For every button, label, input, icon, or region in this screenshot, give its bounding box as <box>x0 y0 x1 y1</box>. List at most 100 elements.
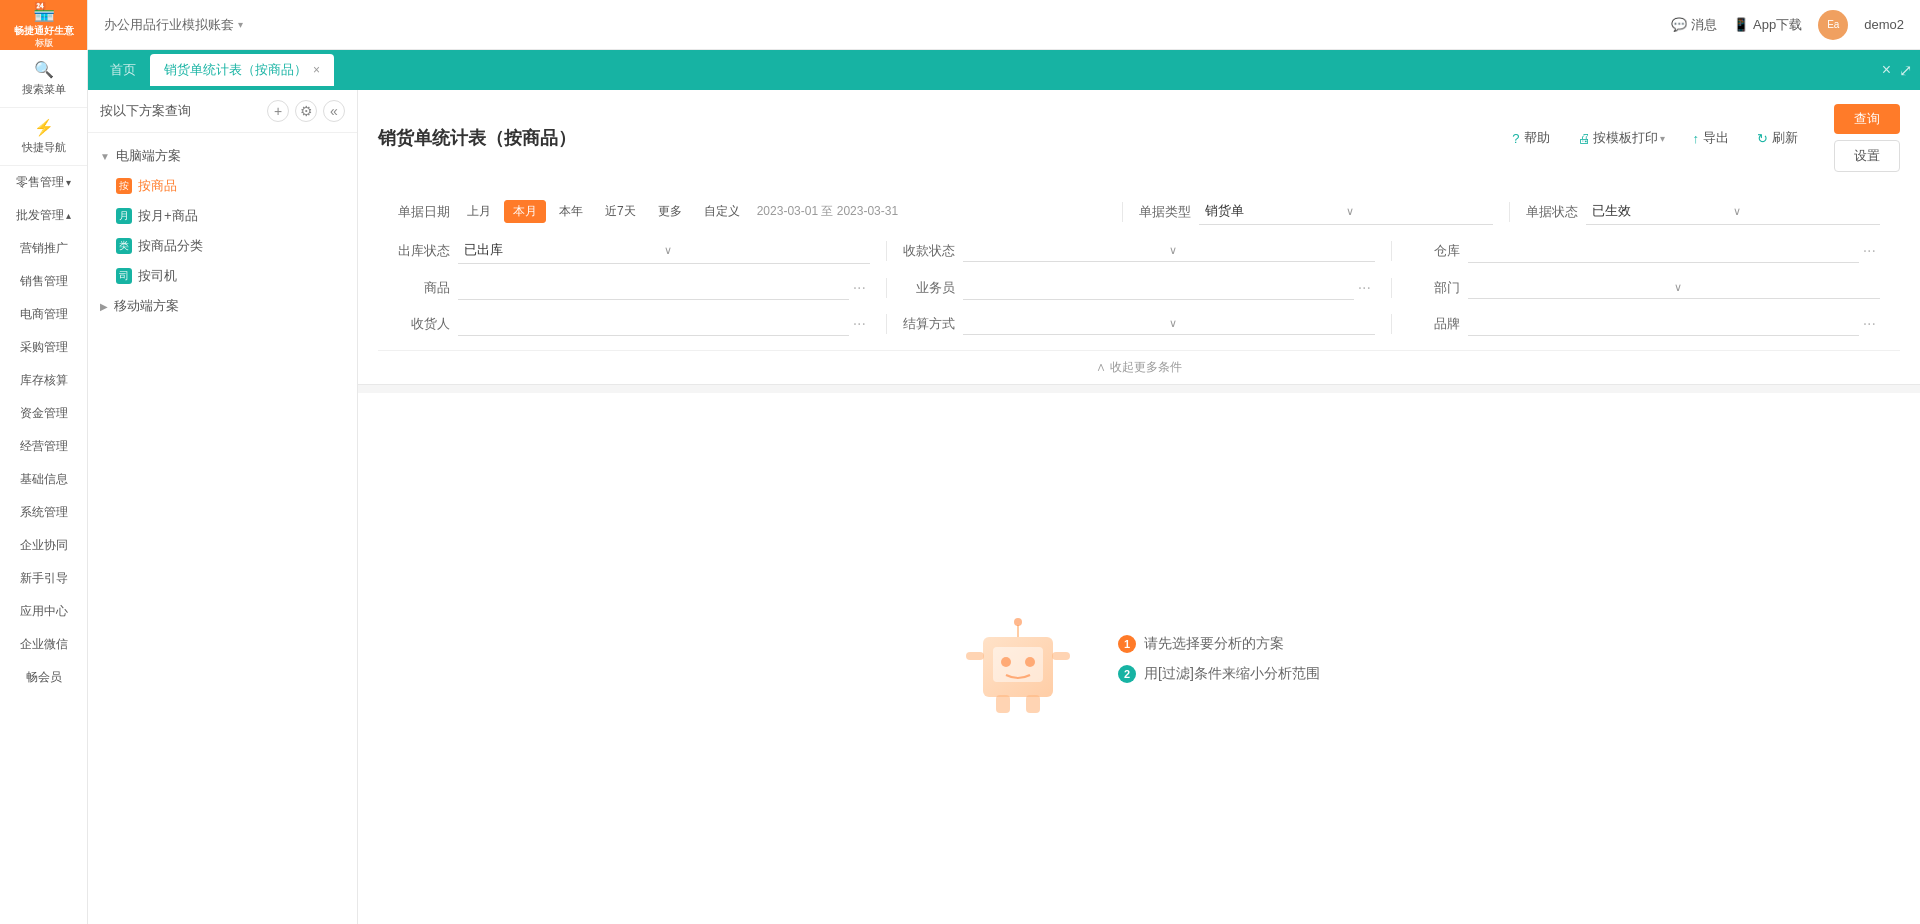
tree-item-by-month-goods[interactable]: 月 按月+商品 <box>88 201 357 231</box>
sidebar-label-system: 系统管理 <box>20 504 68 521</box>
filter-divider-8 <box>1391 314 1392 334</box>
goods-input[interactable] <box>458 276 849 300</box>
filter-brand: 品牌 ··· <box>1408 312 1880 336</box>
sidebar-item-enterprise[interactable]: 企业协同 <box>0 529 87 562</box>
department-label: 部门 <box>1408 279 1468 297</box>
receiver-label: 收货人 <box>398 315 458 333</box>
tab-close-icon[interactable]: × <box>313 63 320 77</box>
sidebar-item-wholesale[interactable]: 批发管理 ▴ <box>0 199 87 232</box>
by-month-goods-icon: 月 <box>116 208 132 224</box>
goods-dots[interactable]: ··· <box>849 279 870 297</box>
sidebar-item-inventory[interactable]: 库存核算 <box>0 364 87 397</box>
top-bar-left: 办公用品行业模拟账套 ▾ <box>104 16 243 34</box>
date-7days[interactable]: 近7天 <box>596 200 645 223</box>
tree-desktop[interactable]: ▼ 电脑端方案 <box>88 141 357 171</box>
content: 按以下方案查询 + ⚙ « ▼ 电脑端方案 <box>88 90 1920 924</box>
by-driver-icon: 司 <box>116 268 132 284</box>
salesperson-input[interactable] <box>963 276 1354 300</box>
date-last-month[interactable]: 上月 <box>458 200 500 223</box>
filter-row-1: 单据日期 上月 本月 本年 近7天 更多 自定义 2023-03-01 至 20… <box>398 198 1880 225</box>
sidebar-item-basic[interactable]: 基础信息 <box>0 463 87 496</box>
collapse-bar[interactable]: ∧ 收起更多条件 <box>378 350 1900 384</box>
export-btn[interactable]: ↑ 导出 <box>1685 125 1738 151</box>
sidebar-item-quick-nav[interactable]: ⚡ 快捷导航 <box>0 108 87 166</box>
logo[interactable]: 🏪 畅捷通好生意 标版 <box>0 0 87 50</box>
date-custom[interactable]: 自定义 <box>695 200 749 223</box>
sidebar-item-finance[interactable]: 资金管理 <box>0 397 87 430</box>
receiver-input[interactable] <box>458 312 849 336</box>
doc-type-arrow-icon: ∨ <box>1346 205 1487 218</box>
sidebar-item-system[interactable]: 系统管理 <box>0 496 87 529</box>
sidebar-label-marketing: 营销推广 <box>20 240 68 257</box>
message-btn[interactable]: 💬 消息 <box>1671 16 1717 34</box>
tree-item-by-category[interactable]: 类 按商品分类 <box>88 231 357 261</box>
sidebar-item-purchase[interactable]: 采购管理 <box>0 331 87 364</box>
payment-select[interactable]: ∨ <box>963 313 1375 335</box>
tab-maximize-icon[interactable]: ⤢ <box>1899 61 1912 80</box>
tree-item-by-driver[interactable]: 司 按司机 <box>88 261 357 291</box>
department-arrow-icon: ∨ <box>1674 281 1874 294</box>
out-status-select[interactable]: 已出库 ∨ <box>458 237 870 264</box>
date-more[interactable]: 更多 <box>649 200 691 223</box>
sidebar-item-appcenter[interactable]: 应用中心 <box>0 595 87 628</box>
sidebar-item-operations[interactable]: 经营管理 <box>0 430 87 463</box>
refresh-btn[interactable]: ↻ 刷新 <box>1749 125 1806 151</box>
tree-mobile-arrow: ▶ <box>100 301 108 312</box>
tab-home[interactable]: 首页 <box>96 54 150 86</box>
tree-item-by-goods[interactable]: 按 按商品 <box>88 171 357 201</box>
department-select[interactable]: ∨ <box>1468 277 1880 299</box>
filter-area: 单据日期 上月 本月 本年 近7天 更多 自定义 2023-03-01 至 20… <box>378 184 1900 350</box>
app-download-label: App下载 <box>1753 16 1802 34</box>
sidebar-label-wechat: 企业微信 <box>20 636 68 653</box>
brand-dots[interactable]: ··· <box>1859 315 1880 333</box>
app-download-btn[interactable]: 📱 App下载 <box>1733 16 1802 34</box>
sidebar-item-sales[interactable]: 销售管理 <box>0 265 87 298</box>
filter-row-2: 出库状态 已出库 ∨ 收款状态 ∨ <box>398 237 1880 264</box>
print-btn[interactable]: 🖨 按模板打印 ▾ <box>1570 125 1673 151</box>
tree-item-by-category-label: 按商品分类 <box>138 237 203 255</box>
warehouse-label: 仓库 <box>1408 242 1468 260</box>
print-icon: 🖨 <box>1578 131 1591 146</box>
date-this-year[interactable]: 本年 <box>550 200 592 223</box>
header-actions: + ⚙ « <box>267 100 345 122</box>
sidebar-item-retail[interactable]: 零售管理 ▾ <box>0 166 87 199</box>
brand-input[interactable] <box>1468 312 1859 336</box>
doc-status-select[interactable]: 已生效 ∨ <box>1586 198 1880 225</box>
warehouse-dots[interactable]: ··· <box>1859 242 1880 260</box>
empty-tip-1: 1 请先选择要分析的方案 <box>1118 635 1320 653</box>
set-button[interactable]: 设置 <box>1834 140 1900 172</box>
warehouse-input[interactable] <box>1468 239 1859 263</box>
query-button[interactable]: 查询 <box>1834 104 1900 134</box>
date-this-month[interactable]: 本月 <box>504 200 546 223</box>
date-label: 单据日期 <box>398 203 458 221</box>
right-panel: 销货单统计表（按商品） ? 帮助 🖨 按模板打印 ▾ ↑ <box>358 90 1920 924</box>
sidebar-label-retail: 零售管理 <box>16 174 64 191</box>
sidebar-item-wechat[interactable]: 企业微信 <box>0 628 87 661</box>
help-label: 帮助 <box>1524 129 1550 147</box>
add-scheme-btn[interactable]: + <box>267 100 289 122</box>
collapse-panel-btn[interactable]: « <box>323 100 345 122</box>
export-icon: ↑ <box>1693 131 1700 146</box>
doc-type-select[interactable]: 销货单 ∨ <box>1199 198 1493 225</box>
tab-close-all-icon[interactable]: × <box>1882 61 1891 79</box>
sidebar-item-newuser[interactable]: 新手引导 <box>0 562 87 595</box>
receipt-status-select[interactable]: ∨ <box>963 240 1375 262</box>
receiver-dots[interactable]: ··· <box>849 315 870 333</box>
industry-select[interactable]: 办公用品行业模拟账套 ▾ <box>104 16 243 34</box>
filter-out-status: 出库状态 已出库 ∨ <box>398 237 870 264</box>
user-avatar[interactable]: Ea <box>1818 10 1848 40</box>
sidebar-item-marketing[interactable]: 营销推广 <box>0 232 87 265</box>
sidebar-item-search[interactable]: 🔍 搜索菜单 <box>0 50 87 108</box>
tab-sales-stats[interactable]: 销货单统计表（按商品） × <box>150 54 334 86</box>
filter-divider-6 <box>1391 278 1392 298</box>
help-btn[interactable]: ? 帮助 <box>1504 125 1557 151</box>
settings-scheme-btn[interactable]: ⚙ <box>295 100 317 122</box>
by-goods-icon: 按 <box>116 178 132 194</box>
tree-mobile[interactable]: ▶ 移动端方案 <box>88 291 357 321</box>
sidebar-item-member[interactable]: 畅会员 <box>0 661 87 694</box>
user-name[interactable]: demo2 <box>1864 17 1904 32</box>
left-panel: 按以下方案查询 + ⚙ « ▼ 电脑端方案 <box>88 90 358 924</box>
sidebar-label-quicknav: 快捷导航 <box>22 140 66 155</box>
sidebar-item-ecommerce[interactable]: 电商管理 <box>0 298 87 331</box>
salesperson-dots[interactable]: ··· <box>1354 279 1375 297</box>
